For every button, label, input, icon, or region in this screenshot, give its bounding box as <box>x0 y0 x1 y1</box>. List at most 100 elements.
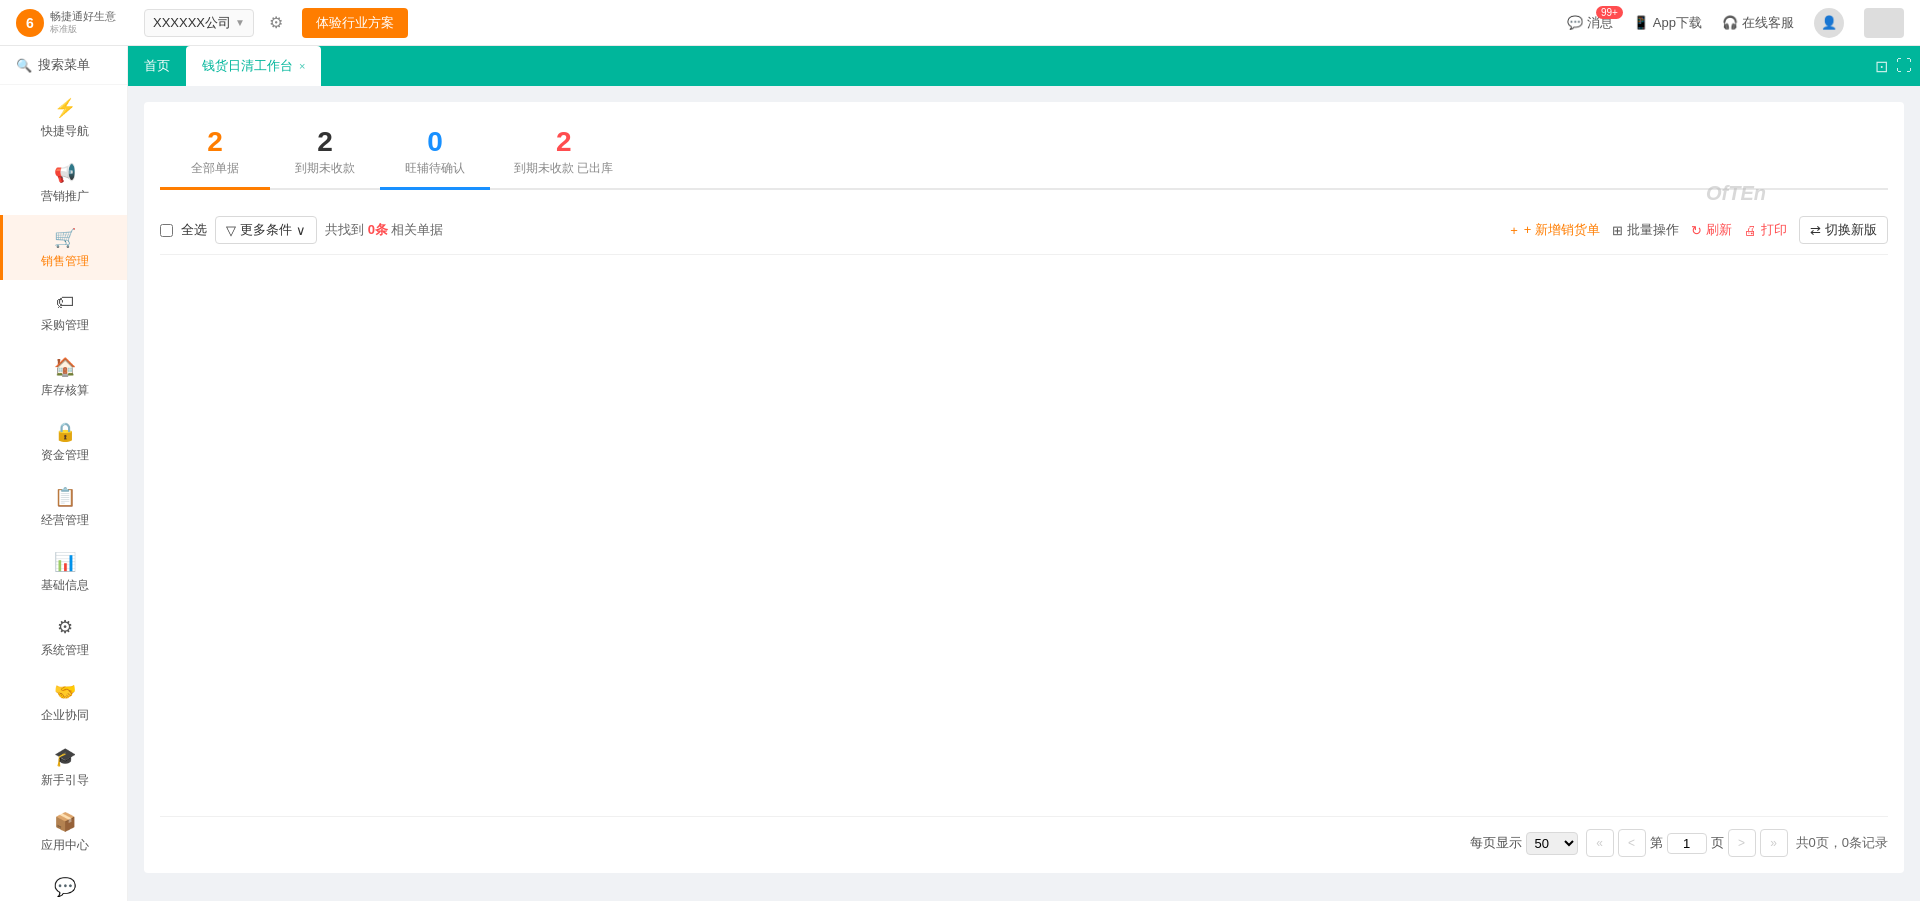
sidebar-item-label: 经营管理 <box>41 512 89 529</box>
logo-icon: 6 <box>16 9 44 37</box>
sidebar-item-sales[interactable]: 🛒 销售管理 <box>0 215 127 280</box>
finance-icon: 🔒 <box>54 421 76 443</box>
sidebar-item-label: 企业协同 <box>41 707 89 724</box>
batch-icon: ⊞ <box>1612 223 1623 238</box>
company-name: XXXXXX公司 <box>153 14 231 32</box>
prev-page-button[interactable]: < <box>1618 829 1646 857</box>
marketing-icon: 📢 <box>54 162 76 184</box>
sidebar-item-label: 资金管理 <box>41 447 89 464</box>
tab-close-icon[interactable]: × <box>299 60 305 72</box>
sidebar-item-apps[interactable]: 📦 应用中心 <box>0 799 127 864</box>
filter-arrow-icon: ∨ <box>296 223 306 238</box>
tabbar-actions: ⊡ ⛶ <box>1875 57 1920 76</box>
stat-num-all: 2 <box>207 126 223 158</box>
message-icon: 💬 <box>1567 15 1583 30</box>
sidebar-item-purchase[interactable]: 🏷 采购管理 <box>0 280 127 344</box>
stat-num-shipped: 2 <box>556 126 572 158</box>
stat-label-all: 全部单据 <box>191 160 239 177</box>
layout: 🔍 搜索菜单 ⚡ 快捷导航 📢 营销推广 🛒 销售管理 🏷 采购管理 🏠 库存核… <box>0 0 1920 901</box>
toolbar-right: + + 新增销货单 ⊞ 批量操作 ↻ 刷新 🖨 打印 <box>1510 216 1888 244</box>
filter-button[interactable]: ▽ 更多条件 ∨ <box>215 216 317 244</box>
content-card: 2 全部单据 2 到期未收款 0 旺辅待确认 2 到期未收款 已出库 <box>144 102 1904 873</box>
app-download-button[interactable]: 📱 App下载 <box>1633 14 1702 32</box>
sidebar-item-operations[interactable]: 📋 经营管理 <box>0 474 127 539</box>
last-page-button[interactable]: » <box>1760 829 1788 857</box>
page-input[interactable] <box>1667 833 1707 854</box>
toolbar: 全选 ▽ 更多条件 ∨ 共找到 0条 相关单据 + + 新增销 <box>160 206 1888 255</box>
next-page-icon: > <box>1738 836 1745 850</box>
tab-workbench[interactable]: 钱货日清工作台 × <box>186 46 321 86</box>
experience-button[interactable]: 体验行业方案 <box>302 8 408 38</box>
found-count: 0条 <box>368 222 388 237</box>
prev-page-icon: < <box>1628 836 1635 850</box>
first-page-button[interactable]: « <box>1586 829 1614 857</box>
system-icon: ⚙ <box>57 616 73 638</box>
search-menu-label: 搜索菜单 <box>38 56 90 74</box>
table-area <box>160 263 1888 816</box>
print-icon: 🖨 <box>1744 223 1757 238</box>
sidebar-item-label: 应用中心 <box>41 837 89 854</box>
user-panel[interactable] <box>1864 8 1904 38</box>
logo-badge: 标准版 <box>50 23 116 36</box>
apps-icon: 📦 <box>54 811 76 833</box>
user-avatar[interactable]: 👤 <box>1814 8 1844 38</box>
select-all-checkbox[interactable] <box>160 224 173 237</box>
page-size-selector[interactable]: 每页显示 20 50 100 <box>1470 832 1578 855</box>
sidebar-item-system[interactable]: ⚙ 系统管理 <box>0 604 127 669</box>
settings-button[interactable]: ⚙ <box>262 9 290 37</box>
page-suffix: 页 <box>1711 834 1724 852</box>
basic-icon: 📊 <box>54 551 76 573</box>
message-button[interactable]: 💬 消息 99+ <box>1567 14 1613 32</box>
sidebar-item-finance[interactable]: 🔒 资金管理 <box>0 409 127 474</box>
tab-fullscreen-icon[interactable]: ⛶ <box>1896 57 1912 75</box>
operations-icon: 📋 <box>54 486 76 508</box>
topbar: 6 畅捷通好生意 标准版 XXXXXX公司 ▼ ⚙ 体验行业方案 💬 消息 99… <box>0 0 1920 46</box>
tab-home[interactable]: 首页 <box>128 46 186 86</box>
purchase-icon: 🏷 <box>56 292 74 313</box>
avatar-icon: 👤 <box>1821 15 1837 30</box>
add-sale-button[interactable]: + + 新增销货单 <box>1510 221 1600 239</box>
stat-label-shipped: 到期未收款 已出库 <box>514 160 613 177</box>
tab-restore-icon[interactable]: ⊡ <box>1875 57 1888 76</box>
switch-icon: ⇄ <box>1810 223 1821 238</box>
page-input-wrap: 第 页 <box>1650 833 1724 854</box>
sidebar-item-basic[interactable]: 📊 基础信息 <box>0 539 127 604</box>
last-page-icon: » <box>1770 836 1777 850</box>
sidebar-item-label: 系统管理 <box>41 642 89 659</box>
page-nav: « < 第 页 > » <box>1586 829 1788 857</box>
topbar-right: 💬 消息 99+ 📱 App下载 🎧 在线客服 👤 <box>1567 8 1904 38</box>
quick-nav-icon: ⚡ <box>54 97 76 119</box>
switch-version-button[interactable]: ⇄ 切换新版 <box>1799 216 1888 244</box>
mobile-icon: 📱 <box>1633 15 1649 30</box>
stat-label-pending: 旺辅待确认 <box>405 160 465 177</box>
stats-tabs: 2 全部单据 2 到期未收款 0 旺辅待确认 2 到期未收款 已出库 <box>160 118 1888 190</box>
sidebar-item-quick-nav[interactable]: ⚡ 快捷导航 <box>0 85 127 150</box>
cooperation-icon: 🤝 <box>54 681 76 703</box>
stat-num-pending: 0 <box>427 126 443 158</box>
batch-operation-button[interactable]: ⊞ 批量操作 <box>1612 221 1679 239</box>
stat-tab-pending[interactable]: 0 旺辅待确认 <box>380 118 490 190</box>
next-page-button[interactable]: > <box>1728 829 1756 857</box>
stat-tab-shipped[interactable]: 2 到期未收款 已出库 <box>490 118 637 190</box>
stat-tab-overdue[interactable]: 2 到期未收款 <box>270 118 380 190</box>
print-button[interactable]: 🖨 打印 <box>1744 221 1787 239</box>
online-service-button[interactable]: 🎧 在线客服 <box>1722 14 1794 32</box>
sidebar-item-inventory[interactable]: 🏠 库存核算 <box>0 344 127 409</box>
refresh-icon: ↻ <box>1691 223 1702 238</box>
sidebar-item-newbie[interactable]: 🎓 新手引导 <box>0 734 127 799</box>
sidebar-item-marketing[interactable]: 📢 营销推广 <box>0 150 127 215</box>
stat-tab-all[interactable]: 2 全部单据 <box>160 118 270 190</box>
search-icon: 🔍 <box>16 58 32 73</box>
sidebar-item-label: 基础信息 <box>41 577 89 594</box>
company-selector[interactable]: XXXXXX公司 ▼ <box>144 9 254 37</box>
refresh-button[interactable]: ↻ 刷新 <box>1691 221 1732 239</box>
select-all-label: 全选 <box>181 221 207 239</box>
sidebar-item-wechat[interactable]: 💬 企业微信 <box>0 864 127 901</box>
first-page-icon: « <box>1596 836 1603 850</box>
sales-icon: 🛒 <box>54 227 76 249</box>
search-menu-item[interactable]: 🔍 搜索菜单 <box>0 46 127 85</box>
inventory-icon: 🏠 <box>54 356 76 378</box>
stat-label-overdue: 到期未收款 <box>295 160 355 177</box>
per-page-select[interactable]: 20 50 100 <box>1526 832 1578 855</box>
sidebar-item-cooperation[interactable]: 🤝 企业协同 <box>0 669 127 734</box>
